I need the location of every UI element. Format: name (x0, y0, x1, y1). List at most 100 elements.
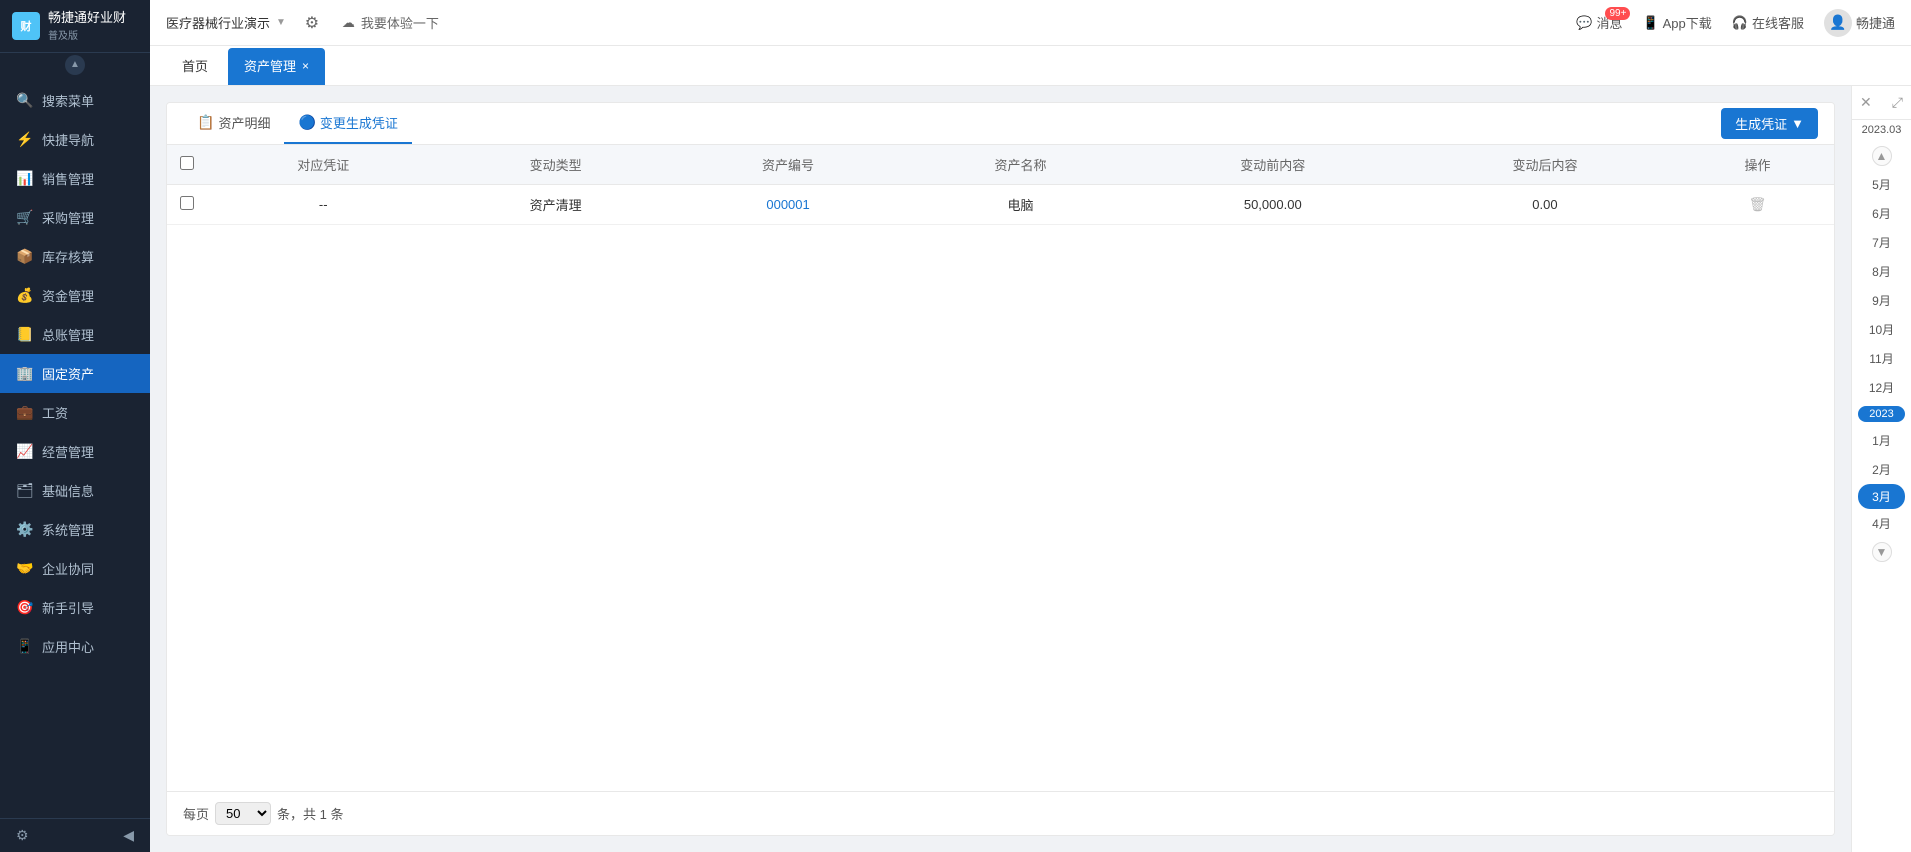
experience-button[interactable]: ☁ 我要体验一下 (342, 13, 439, 32)
month-scroll-down-button[interactable]: ▼ (1852, 538, 1911, 566)
month-item-2022-11月[interactable]: 11月 (1852, 344, 1911, 373)
sidebar-label-search: 搜索菜单 (42, 91, 94, 110)
sub-tab-label-detail: 资产明细 (218, 113, 270, 132)
sidebar-item-inventory[interactable]: 📦 库存核算 (0, 237, 150, 276)
sidebar-item-guide[interactable]: 🎯 新手引导 (0, 588, 150, 627)
sidebar-item-system[interactable]: ⚙️ 系统管理 (0, 510, 150, 549)
sidebar-label-fixedassets: 固定资产 (42, 364, 94, 383)
month-item-2023-3月[interactable]: 3月 (1858, 484, 1905, 509)
cooperation-icon: 🤝 (16, 559, 34, 577)
month-item-2022-8月[interactable]: 8月 (1852, 257, 1911, 286)
tab-assets[interactable]: 资产管理 × (228, 48, 325, 85)
month-list: ▲5月6月7月8月9月10月11月12月20231月2月3月4月▼ (1852, 140, 1911, 852)
sidebar-item-search[interactable]: 🔍 搜索菜单 (0, 81, 150, 120)
sub-tab-detail[interactable]: 📋 资产明细 (183, 103, 284, 144)
month-item-2022-12月[interactable]: 12月 (1852, 373, 1911, 402)
top-header: 医疗器械行业演示 ▼ ⚙ ☁ 我要体验一下 💬 消息 99+ 📱 App下载 🎧… (150, 0, 1911, 46)
collapse-icon[interactable]: ◀ (123, 827, 134, 844)
sidebar-item-ledger[interactable]: 📒 总账管理 (0, 315, 150, 354)
salary-icon: 💼 (16, 403, 34, 421)
sidebar-item-purchase[interactable]: 🛒 采购管理 (0, 198, 150, 237)
sidebar-label-quicknav: 快捷导航 (42, 130, 94, 149)
sidebar-footer: ⚙ ◀ (0, 818, 150, 852)
user-avatar: 👤 (1824, 9, 1852, 37)
col-header-action: 操作 (1681, 145, 1834, 185)
main-panel: 📋 资产明细 🔵 变更生成凭证 生成凭证 ▼ 对应凭证变动类型资产编号资产名称变… (150, 86, 1851, 852)
month-item-2023-2月[interactable]: 2月 (1852, 455, 1911, 484)
fixedassets-icon: 🏢 (16, 364, 34, 382)
tab-home[interactable]: 首页 (166, 48, 224, 85)
sidebar-item-funds[interactable]: 💰 资金管理 (0, 276, 150, 315)
sidebar-item-fixedassets[interactable]: 🏢 固定资产 (0, 354, 150, 393)
month-item-2022-5月[interactable]: 5月 (1852, 170, 1911, 199)
tab-label-assets: 资产管理 (244, 56, 296, 75)
sidebar-item-basicinfo[interactable]: 🗂 基础信息 (0, 471, 150, 510)
online-service-label: 在线客服 (1752, 13, 1804, 32)
company-name: 医疗器械行业演示 (166, 13, 270, 32)
month-item-2023-1月[interactable]: 1月 (1852, 426, 1911, 455)
sidebar-label-cooperation: 企业协同 (42, 559, 94, 578)
delete-row-0-button[interactable]: 🗑 (1749, 196, 1767, 212)
sidebar-label-purchase: 采购管理 (42, 208, 94, 227)
tab-close-assets[interactable]: × (302, 59, 309, 73)
month-item-2022-7月[interactable]: 7月 (1852, 228, 1911, 257)
month-item-2022-6月[interactable]: 6月 (1852, 199, 1911, 228)
sidebar-item-quicknav[interactable]: ⚡ 快捷导航 (0, 120, 150, 159)
company-selector[interactable]: 医疗器械行业演示 ▼ (166, 13, 286, 32)
table-header: 对应凭证变动类型资产编号资产名称变动前内容变动后内容操作 (167, 145, 1834, 185)
table-header-row: 对应凭证变动类型资产编号资产名称变动前内容变动后内容操作 (167, 145, 1834, 185)
month-scroll-up-button[interactable]: ▲ (1852, 142, 1911, 170)
panel-close-button[interactable]: ✕ (1860, 94, 1872, 111)
purchase-icon: 🛒 (16, 208, 34, 226)
sidebar-nav: 🔍 搜索菜单 ⚡ 快捷导航 📊 销售管理 🛒 采购管理 📦 库存核算 💰 资金管… (0, 77, 150, 818)
col-header-type: 变动类型 (439, 145, 671, 185)
sidebar-scroll-up[interactable]: ▲ (65, 55, 85, 75)
guide-icon: 🎯 (16, 598, 34, 616)
settings-icon[interactable]: ⚙ (16, 827, 29, 844)
col-header-before: 变动前内容 (1137, 145, 1409, 185)
experience-label: 我要体验一下 (361, 13, 439, 32)
sidebar-label-guide: 新手引导 (42, 598, 94, 617)
month-item-2023-4月[interactable]: 4月 (1852, 509, 1911, 538)
generate-voucher-label: 生成凭证 (1735, 114, 1787, 133)
appcenter-icon: 📱 (16, 637, 34, 655)
row-checkbox-cell (167, 185, 207, 225)
sidebar-item-appcenter[interactable]: 📱 应用中心 (0, 627, 150, 666)
sidebar-item-salary[interactable]: 💼 工资 (0, 393, 150, 432)
sidebar-item-operations[interactable]: 📈 经营管理 (0, 432, 150, 471)
user-profile-button[interactable]: 👤 畅捷通 (1824, 9, 1895, 37)
col-header-checkbox (167, 145, 207, 185)
sidebar-item-cooperation[interactable]: 🤝 企业协同 (0, 549, 150, 588)
generate-voucher-button[interactable]: 生成凭证 ▼ (1721, 108, 1818, 139)
panel-expand-button[interactable]: ⤢ (1892, 94, 1903, 111)
company-settings-button[interactable]: ⚙ (298, 9, 326, 37)
ledger-icon: 📒 (16, 325, 34, 343)
sidebar-label-basicinfo: 基础信息 (42, 481, 94, 500)
total-count: 条，共 1 条 (277, 804, 343, 823)
sub-tab-label-voucher: 变更生成凭证 (320, 113, 398, 132)
row-checkbox-0[interactable] (180, 196, 194, 210)
logo-icon: 财 (12, 12, 40, 40)
month-item-2022-10月[interactable]: 10月 (1852, 315, 1911, 344)
main-area: 医疗器械行业演示 ▼ ⚙ ☁ 我要体验一下 💬 消息 99+ 📱 App下载 🎧… (150, 0, 1911, 852)
row-voucher-0: -- (207, 185, 439, 225)
select-all-checkbox[interactable] (180, 156, 194, 170)
message-icon: 💬 (1576, 15, 1592, 31)
sidebar-item-sales[interactable]: 📊 销售管理 (0, 159, 150, 198)
sub-tab-voucher[interactable]: 🔵 变更生成凭证 (284, 103, 411, 144)
online-service-button[interactable]: 🎧 在线客服 (1732, 13, 1804, 32)
row-type-0: 资产清理 (439, 185, 671, 225)
download-icon: 📱 (1642, 15, 1658, 31)
message-button[interactable]: 💬 消息 99+ (1576, 13, 1622, 32)
app-download-button[interactable]: 📱 App下载 (1642, 13, 1711, 32)
row-number-0: 000001 (672, 185, 904, 225)
row-name-0: 电脑 (904, 185, 1136, 225)
logo-subtitle: 普及版 (48, 27, 126, 42)
col-header-after: 变动后内容 (1409, 145, 1681, 185)
operations-icon: 📈 (16, 442, 34, 460)
row-action-0: 🗑 (1681, 185, 1834, 225)
per-page-select[interactable]: 102050100 (215, 802, 271, 825)
row-before-0: 50,000.00 (1137, 185, 1409, 225)
month-item-2022-9月[interactable]: 9月 (1852, 286, 1911, 315)
logo-title: 畅捷通好业财 (48, 10, 126, 27)
